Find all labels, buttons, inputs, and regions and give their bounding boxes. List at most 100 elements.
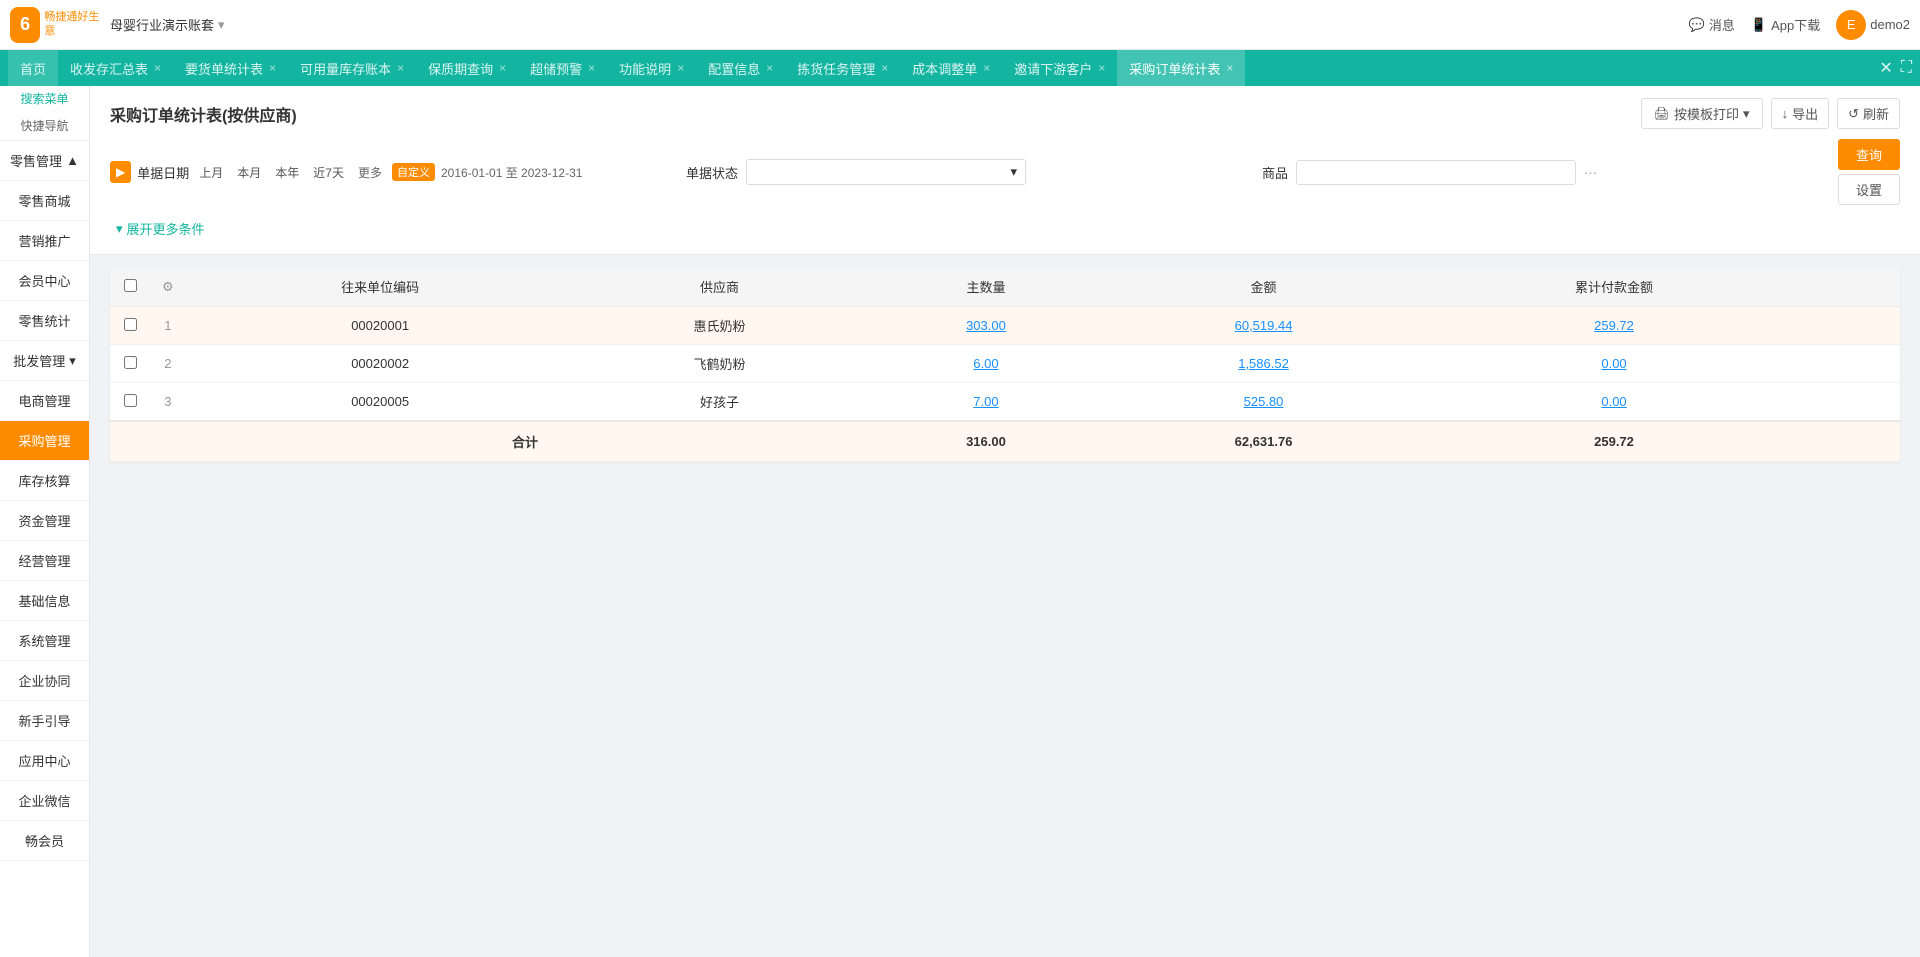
- print-dropdown-icon[interactable]: ▾: [1743, 106, 1750, 122]
- sidebar-item-purchase[interactable]: 采购管理: [0, 421, 89, 461]
- tab-receive-summary[interactable]: 收发存汇总表 ×: [58, 50, 173, 86]
- close-invite-downstream-icon[interactable]: ×: [1098, 61, 1105, 75]
- sidebar-item-biz[interactable]: 经营管理: [0, 541, 89, 581]
- sidebar-item-retail-stats[interactable]: 零售统计: [0, 301, 89, 341]
- footer-label: 合计: [186, 421, 865, 462]
- tab-invite-downstream[interactable]: 邀请下游客户 ×: [1002, 50, 1117, 86]
- tab-home[interactable]: 首页: [8, 50, 58, 86]
- row3-amount: 525.80: [1108, 383, 1420, 422]
- row3-paid-link[interactable]: 0.00: [1601, 394, 1626, 409]
- sidebar-item-marketing[interactable]: 营销推广: [0, 221, 89, 261]
- tab-pick-task[interactable]: 拣货任务管理 ×: [785, 50, 900, 86]
- sidebar-item-retail-shop[interactable]: 零售商城: [0, 181, 89, 221]
- sidebar-search-button[interactable]: 搜索菜单: [0, 86, 89, 111]
- row2-check: [110, 345, 150, 383]
- workspace-selector[interactable]: 母婴行业演示账套 ▾: [100, 15, 1689, 34]
- status-select[interactable]: ▾: [746, 159, 1026, 185]
- close-pick-task-icon[interactable]: ×: [881, 61, 888, 75]
- close-goods-summary-icon[interactable]: ×: [269, 61, 276, 75]
- message-label: 消息: [1709, 15, 1735, 34]
- column-settings-icon[interactable]: ⚙: [162, 279, 174, 294]
- row2-code: 00020002: [186, 345, 575, 383]
- th-extra: [1808, 267, 1900, 307]
- shortcut-this-month[interactable]: 本月: [233, 162, 265, 183]
- tab-cost-adjust[interactable]: 成本调整单 ×: [900, 50, 1002, 86]
- query-button[interactable]: 查询: [1838, 139, 1900, 170]
- row3-checkbox[interactable]: [124, 394, 137, 407]
- row3-qty-link[interactable]: 7.00: [973, 394, 998, 409]
- sidebar-item-retail-manage[interactable]: 零售管理 ▲: [0, 141, 89, 181]
- sidebar-item-ecommerce[interactable]: 电商管理: [0, 381, 89, 421]
- goods-input-more-icon[interactable]: ···: [1584, 165, 1597, 180]
- row1-paid-link[interactable]: 259.72: [1594, 318, 1634, 333]
- close-available-stock-icon[interactable]: ×: [397, 61, 404, 75]
- workspace-name[interactable]: 母婴行业演示账套: [110, 15, 214, 34]
- row2-checkbox[interactable]: [124, 356, 137, 369]
- table-container: ⚙ 往来单位编码 供应商 主数量 金额 累计付款金额 1 00020001: [90, 255, 1920, 957]
- row1-paid: 259.72: [1420, 307, 1809, 345]
- row2-amount: 1,586.52: [1108, 345, 1420, 383]
- page-title: 采购订单统计表(按供应商): [110, 102, 297, 126]
- close-receive-summary-icon[interactable]: ×: [154, 61, 161, 75]
- row1-amount-link[interactable]: 60,519.44: [1235, 318, 1293, 333]
- sidebar-item-inventory[interactable]: 库存核算: [0, 461, 89, 501]
- print-button[interactable]: 🖨 按模板打印 ▾: [1641, 98, 1763, 129]
- sidebar-item-vip[interactable]: 畅会员: [0, 821, 89, 861]
- shortcut-last-month[interactable]: 上月: [195, 162, 227, 183]
- top-bar: 6 畅捷通好生意 母婴行业演示账套 ▾ 💬 消息 📱 App下载 E demo2: [0, 0, 1920, 50]
- shortcut-7days[interactable]: 近7天: [309, 162, 348, 183]
- tab-goods-summary[interactable]: 要货单统计表 ×: [173, 50, 288, 86]
- custom-date-badge[interactable]: 自定义: [392, 163, 435, 181]
- close-purchase-summary-icon[interactable]: ×: [1226, 61, 1233, 75]
- refresh-button[interactable]: ↺ 刷新: [1837, 98, 1900, 129]
- row3-amount-link[interactable]: 525.80: [1244, 394, 1284, 409]
- tab-function-desc[interactable]: 功能说明 ×: [607, 50, 696, 86]
- sidebar-item-enterprise-wechat[interactable]: 企业微信: [0, 781, 89, 821]
- filter-toggle-button[interactable]: ▶: [110, 161, 131, 183]
- sidebar-nav-button[interactable]: 快捷导航: [0, 111, 89, 141]
- tab-config-info[interactable]: 配置信息 ×: [696, 50, 785, 86]
- download-icon: 📱: [1751, 17, 1767, 33]
- th-supplier: 供应商: [575, 267, 865, 307]
- tab-purchase-summary[interactable]: 采购订单统计表 ×: [1117, 50, 1245, 86]
- sidebar-item-system[interactable]: 系统管理: [0, 621, 89, 661]
- row3-num: 3: [150, 383, 186, 422]
- row1-checkbox[interactable]: [124, 318, 137, 331]
- app-download-button[interactable]: 📱 App下载: [1751, 15, 1820, 34]
- date-range-display: 2016-01-01 至 2023-12-31: [441, 164, 582, 181]
- row2-paid-link[interactable]: 0.00: [1601, 356, 1626, 371]
- page-title-row: 采购订单统计表(按供应商) 🖨 按模板打印 ▾ ↓ 导出 ↺ 刷新: [110, 98, 1900, 129]
- close-all-tabs-icon[interactable]: ✕: [1879, 58, 1892, 78]
- tab-expiry-query[interactable]: 保质期查询 ×: [416, 50, 518, 86]
- logo-icon: 6: [10, 7, 40, 43]
- close-config-info-icon[interactable]: ×: [766, 61, 773, 75]
- row2-amount-link[interactable]: 1,586.52: [1238, 356, 1289, 371]
- tab-available-stock[interactable]: 可用量库存账本 ×: [288, 50, 416, 86]
- sidebar-item-basic-info[interactable]: 基础信息: [0, 581, 89, 621]
- tab-overstock[interactable]: 超储预警 ×: [518, 50, 607, 86]
- settings-button[interactable]: 设置: [1838, 174, 1900, 205]
- sidebar-item-new-guide[interactable]: 新手引导: [0, 701, 89, 741]
- row2-num: 2: [150, 345, 186, 383]
- message-button[interactable]: 💬 消息: [1689, 15, 1735, 34]
- sidebar-item-wholesale[interactable]: 批发管理 ▾: [0, 341, 89, 381]
- close-expiry-query-icon[interactable]: ×: [499, 61, 506, 75]
- select-all-checkbox[interactable]: [124, 279, 137, 292]
- th-paid: 累计付款金额: [1420, 267, 1809, 307]
- export-button[interactable]: ↓ 导出: [1771, 98, 1830, 129]
- user-menu[interactable]: E demo2: [1836, 10, 1910, 40]
- sidebar-item-fund[interactable]: 资金管理: [0, 501, 89, 541]
- goods-input[interactable]: [1296, 160, 1576, 185]
- shortcut-this-year[interactable]: 本年: [271, 162, 303, 183]
- sidebar-item-app-center[interactable]: 应用中心: [0, 741, 89, 781]
- sidebar-item-member-center[interactable]: 会员中心: [0, 261, 89, 301]
- close-cost-adjust-icon[interactable]: ×: [983, 61, 990, 75]
- close-overstock-icon[interactable]: ×: [588, 61, 595, 75]
- shortcut-more[interactable]: 更多: [354, 162, 386, 183]
- close-function-desc-icon[interactable]: ×: [677, 61, 684, 75]
- row1-qty-link[interactable]: 303.00: [966, 318, 1006, 333]
- expand-more-conditions-button[interactable]: ▾ 展开更多条件: [116, 219, 1894, 238]
- row2-qty-link[interactable]: 6.00: [973, 356, 998, 371]
- sidebar-item-enterprise-collab[interactable]: 企业协同: [0, 661, 89, 701]
- maximize-icon[interactable]: ⛶: [1901, 59, 1912, 77]
